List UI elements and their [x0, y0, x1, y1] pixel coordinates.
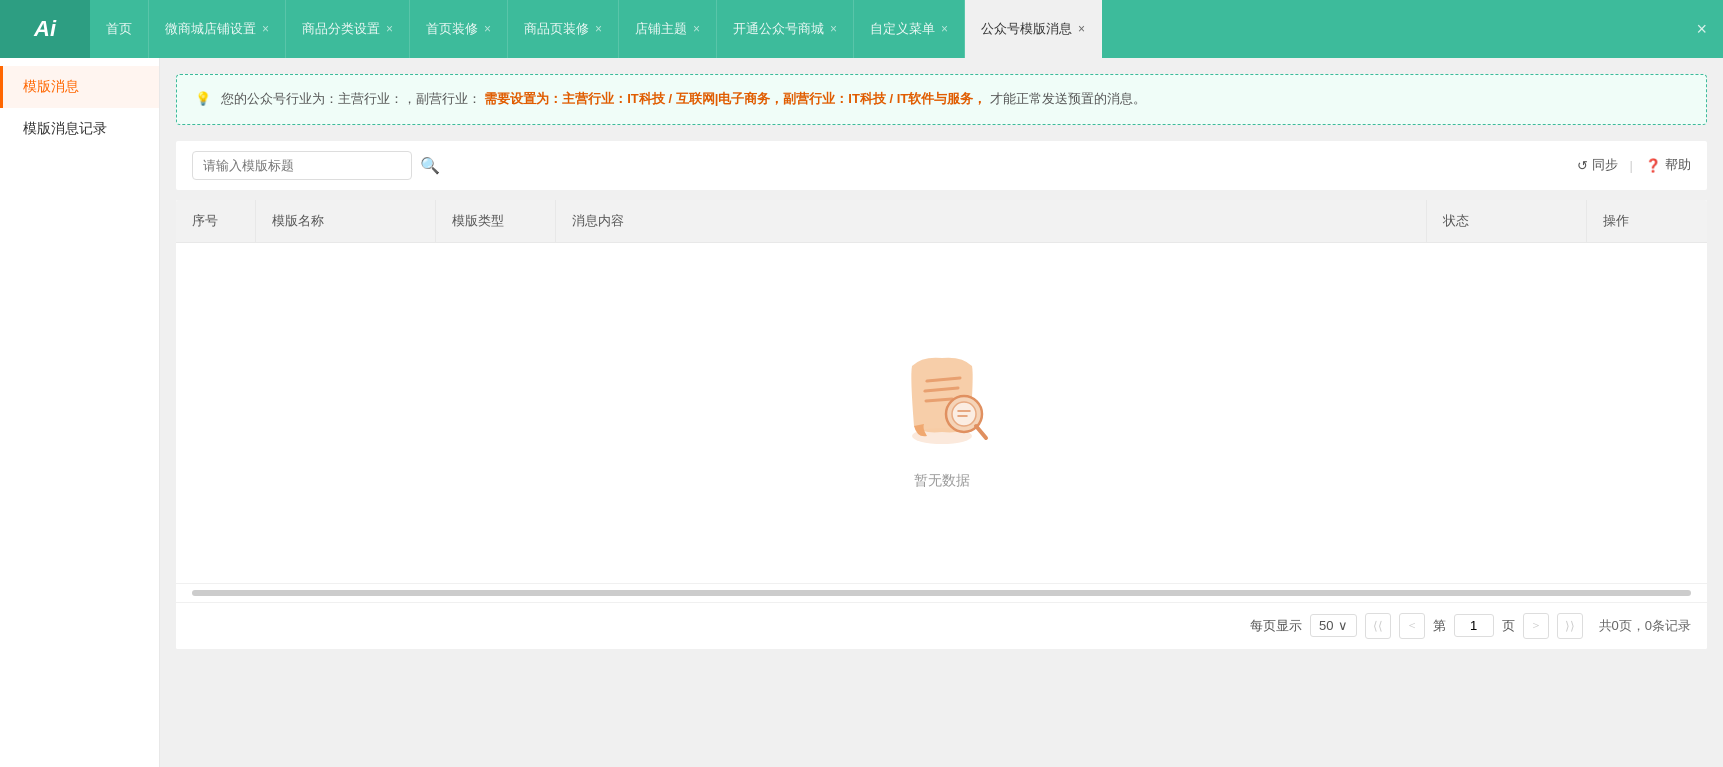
logo: Ai	[0, 0, 90, 58]
nav-tab-close-store-theme[interactable]: ×	[693, 22, 700, 36]
svg-line-6	[976, 426, 986, 438]
nav-tab-close-home-decoration[interactable]: ×	[484, 22, 491, 36]
help-label: 帮助	[1665, 156, 1691, 174]
nav-tab-product-category[interactable]: 商品分类设置×	[286, 0, 410, 58]
page-label-prefix: 第	[1433, 617, 1446, 635]
nav-tab-wechat-template-msg[interactable]: 公众号模版消息×	[965, 0, 1102, 58]
scroll-bar-row[interactable]	[176, 583, 1707, 602]
th-content: 消息内容	[556, 200, 1427, 242]
empty-state: 暂无数据	[882, 296, 1002, 530]
pagination-row: 每页显示 50 ∨ ⟨⟨ ＜ 第 页 ＞ ⟩⟩ 共0页，0条记录	[176, 602, 1707, 649]
top-nav: Ai 首页微商城店铺设置×商品分类设置×首页装修×商品页装修×店铺主题×开通公众…	[0, 0, 1723, 58]
search-right: ↺ 同步 | ❓ 帮助	[1577, 156, 1691, 174]
nav-tab-product-page-decoration[interactable]: 商品页装修×	[508, 0, 619, 58]
total-info: 共0页，0条记录	[1599, 617, 1691, 635]
nav-tab-home[interactable]: 首页	[90, 0, 149, 58]
sync-button[interactable]: ↺ 同步	[1577, 156, 1618, 174]
nav-tab-close-wechat-template-msg[interactable]: ×	[1078, 22, 1085, 36]
sidebar-item-template-msg-records[interactable]: 模版消息记录	[0, 108, 159, 150]
nav-tab-close-product-page-decoration[interactable]: ×	[595, 22, 602, 36]
next-page-button[interactable]: ＞	[1523, 613, 1549, 639]
th-action: 操作	[1587, 200, 1707, 242]
divider: |	[1630, 158, 1633, 173]
sidebar: 模版消息模版消息记录	[0, 58, 160, 767]
page-size-label: 每页显示	[1250, 617, 1302, 635]
help-icon: ❓	[1645, 158, 1661, 173]
bulb-icon: 💡	[195, 91, 211, 106]
notice-text-after: 才能正常发送预置的消息。	[990, 91, 1146, 106]
chevron-down-icon: ∨	[1338, 618, 1348, 633]
th-status: 状态	[1427, 200, 1587, 242]
page-label-suffix: 页	[1502, 617, 1515, 635]
last-page-button[interactable]: ⟩⟩	[1557, 613, 1583, 639]
page-number-input[interactable]	[1454, 614, 1494, 637]
nav-tab-close-product-category[interactable]: ×	[386, 22, 393, 36]
nav-tab-store-theme[interactable]: 店铺主题×	[619, 0, 717, 58]
table-body: 暂无数据	[176, 243, 1707, 583]
sync-icon: ↺	[1577, 158, 1588, 173]
svg-line-3	[926, 399, 952, 401]
content-area: 💡 您的公众号行业为：主营行业：，副营行业： 需要设置为：主营行业：IT科技 /…	[160, 58, 1723, 767]
search-left: 🔍	[192, 151, 440, 180]
nav-tab-open-wechat-mall[interactable]: 开通公众号商城×	[717, 0, 854, 58]
notice-highlight: 需要设置为：主营行业：IT科技 / 互联网|电子商务，副营行业：IT科技 / I…	[484, 91, 986, 106]
svg-point-5	[952, 402, 976, 426]
nav-tab-home-decoration[interactable]: 首页装修×	[410, 0, 508, 58]
page-size-select[interactable]: 50 ∨	[1310, 614, 1356, 637]
scroll-bar-track[interactable]	[192, 590, 1691, 596]
nav-tab-close-micro-store-settings[interactable]: ×	[262, 22, 269, 36]
nav-tab-custom-menu[interactable]: 自定义菜单×	[854, 0, 965, 58]
page-size-value: 50	[1319, 618, 1333, 633]
nav-tab-close-open-wechat-mall[interactable]: ×	[830, 22, 837, 36]
global-close-button[interactable]: ×	[1680, 19, 1723, 40]
nav-tab-close-custom-menu[interactable]: ×	[941, 22, 948, 36]
th-index: 序号	[176, 200, 256, 242]
notice-box: 💡 您的公众号行业为：主营行业：，副营行业： 需要设置为：主营行业：IT科技 /…	[176, 74, 1707, 125]
help-button[interactable]: ❓ 帮助	[1645, 156, 1691, 174]
empty-illustration	[882, 336, 1002, 456]
sidebar-item-template-msg[interactable]: 模版消息	[0, 66, 159, 108]
nav-tabs: 首页微商城店铺设置×商品分类设置×首页装修×商品页装修×店铺主题×开通公众号商城…	[90, 0, 1680, 58]
empty-text: 暂无数据	[914, 472, 970, 490]
main-layout: 模版消息模版消息记录 💡 您的公众号行业为：主营行业：，副营行业： 需要设置为：…	[0, 58, 1723, 767]
first-page-button[interactable]: ⟨⟨	[1365, 613, 1391, 639]
nav-tab-micro-store-settings[interactable]: 微商城店铺设置×	[149, 0, 286, 58]
th-type: 模版类型	[436, 200, 556, 242]
search-button[interactable]: 🔍	[420, 156, 440, 175]
th-name: 模版名称	[256, 200, 436, 242]
data-table: 序号模版名称模版类型消息内容状态操作	[176, 200, 1707, 649]
search-input[interactable]	[192, 151, 412, 180]
search-bar: 🔍 ↺ 同步 | ❓ 帮助	[176, 141, 1707, 190]
notice-text-before: 您的公众号行业为：主营行业：，副营行业：	[221, 91, 481, 106]
prev-page-button[interactable]: ＜	[1399, 613, 1425, 639]
table-header: 序号模版名称模版类型消息内容状态操作	[176, 200, 1707, 243]
sync-label: 同步	[1592, 156, 1618, 174]
